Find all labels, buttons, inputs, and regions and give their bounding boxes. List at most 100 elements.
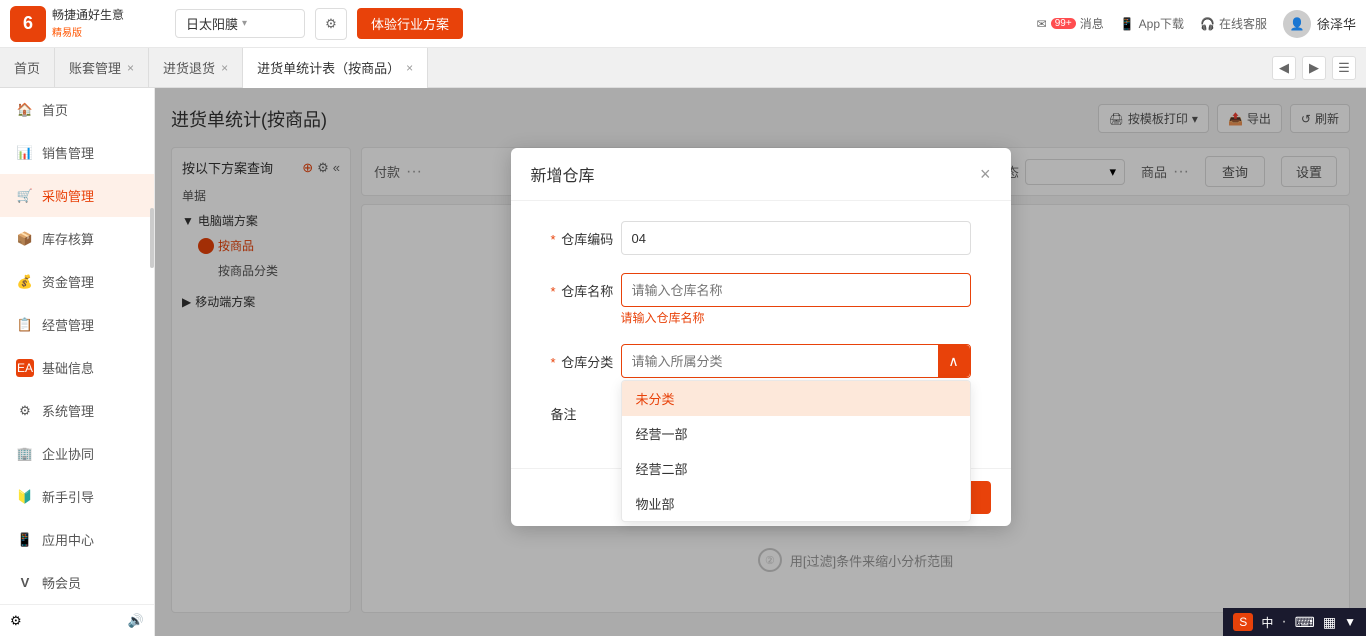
tab-return-close[interactable]: × [221, 61, 228, 75]
tab-home[interactable]: 首页 [0, 48, 55, 88]
sidebar-item-sales[interactable]: 📊 销售管理 [0, 131, 154, 174]
system-icon: ⚙ [16, 402, 34, 420]
message-button[interactable]: ✉ 99+ 消息 [1037, 15, 1104, 32]
store-name: 日太阳膜 [186, 14, 238, 33]
user-area[interactable]: 👤 徐泽华 [1283, 10, 1356, 38]
sidebar-sound-icon[interactable]: 🔊 [128, 613, 144, 629]
tab-controls: ◀ ▶ ☰ [1272, 56, 1366, 80]
message-label: 消息 [1080, 15, 1104, 32]
sidebar-item-enterprise[interactable]: 🏢 企业协同 [0, 432, 154, 475]
category-toggle-button[interactable]: ∧ [938, 345, 970, 377]
code-label: * 仓库编码 [551, 221, 621, 248]
sidebar-item-basic[interactable]: EA 基础信息 [0, 346, 154, 389]
sidebar-home-label: 首页 [42, 100, 68, 119]
operation-icon: 📋 [16, 316, 34, 334]
category-label: * 仓库分类 [551, 344, 621, 371]
store-selector[interactable]: 日太阳膜 ▾ [175, 9, 305, 38]
sidebar-item-system[interactable]: ⚙ 系统管理 [0, 389, 154, 432]
sidebar-item-purchase[interactable]: 🛒 采购管理 [0, 174, 154, 217]
note-label: 备注 [551, 396, 621, 423]
tab-purchase-stats[interactable]: 进货单统计表（按商品） × [243, 48, 428, 88]
dropdown-item-dept2[interactable]: 经营二部 [622, 451, 970, 486]
sidebar-sales-label: 销售管理 [42, 143, 94, 162]
sidebar-item-home[interactable]: 🏠 首页 [0, 88, 154, 131]
name-required-star: * [551, 284, 556, 299]
top-navbar: 6 畅捷通好生意 精易版 日太阳膜 ▾ ⚙ 体验行业方案 ✉ 99+ 消息 📱 … [0, 0, 1366, 48]
logo-icon: 6 [10, 6, 46, 42]
logo-name: 畅捷通好生意 [52, 8, 124, 24]
warehouse-code-row: * 仓库编码 [551, 221, 971, 255]
home-icon: 🏠 [16, 101, 34, 119]
note-label-text: 备注 [551, 407, 577, 422]
sidebar-item-operation[interactable]: 📋 经营管理 [0, 303, 154, 346]
keyboard-icon: ⌨ [1295, 614, 1315, 631]
gear-icon: ⚙ [325, 16, 337, 32]
online-service-button[interactable]: 🎧 在线客服 [1200, 15, 1267, 32]
dropdown-item-dept3[interactable]: 物业部 [622, 486, 970, 521]
name-label: * 仓库名称 [551, 273, 621, 300]
sidebar-inventory-label: 库存核算 [42, 229, 94, 248]
sidebar-item-inventory[interactable]: 📦 库存核算 [0, 217, 154, 260]
tab-return-label: 进货退货 [163, 58, 215, 77]
sidebar-item-finance[interactable]: 💰 资金管理 [0, 260, 154, 303]
sidebar-bottom: ⚙ 🔊 [0, 604, 154, 636]
basic-icon: EA [16, 359, 34, 377]
sidebar-settings-icon[interactable]: ⚙ [10, 613, 22, 629]
dialog-overlay: 新增仓库 × * 仓库编码 [155, 88, 1366, 636]
tab-home-label: 首页 [14, 58, 40, 77]
store-dropdown-arrow: ▾ [242, 18, 247, 29]
sidebar-item-guide[interactable]: 🔰 新手引导 [0, 475, 154, 518]
bottom-statusbar: S 中 · ⌨ ▦ ▼ [1223, 608, 1366, 636]
message-icon: ✉ [1037, 17, 1047, 31]
add-warehouse-dialog: 新增仓库 × * 仓库编码 [511, 148, 1011, 526]
enterprise-icon: 🏢 [16, 445, 34, 463]
purchase-icon: 🛒 [16, 187, 34, 205]
category-input-wrap: ∧ 未分类 经营一部 经营二部 物业部 [621, 344, 971, 378]
warehouse-code-input[interactable] [621, 221, 971, 255]
tab-prev-button[interactable]: ◀ [1272, 56, 1296, 80]
sidebar: 🏠 首页 📊 销售管理 🛒 采购管理 📦 库存核算 💰 资金管理 📋 经营管理 … [0, 88, 155, 636]
settings-button[interactable]: ⚙ [315, 8, 347, 40]
content-area: 进货单统计(按商品) 🖨 按模板打印 ▾ 📤 导出 ↺ 刷新 [155, 88, 1366, 636]
user-name: 徐泽华 [1317, 14, 1356, 33]
sidebar-scrollbar [150, 208, 154, 268]
member-icon: V [16, 574, 34, 592]
category-dropdown: 未分类 经营一部 经营二部 物业部 [621, 380, 971, 522]
category-label-text: 仓库分类 [561, 355, 613, 370]
finance-icon: 💰 [16, 273, 34, 291]
warehouse-name-input[interactable] [621, 273, 971, 307]
tab-menu-button[interactable]: ☰ [1332, 56, 1356, 80]
tab-account-close[interactable]: × [127, 61, 134, 75]
tab-account-label: 账套管理 [69, 58, 121, 77]
sidebar-appcenter-label: 应用中心 [42, 530, 94, 549]
sidebar-system-label: 系统管理 [42, 401, 94, 420]
warehouse-name-row: * 仓库名称 请输入仓库名称 [551, 273, 971, 326]
app-download-button[interactable]: 📱 App下载 [1120, 15, 1184, 32]
sales-icon: 📊 [16, 144, 34, 162]
logo-area: 6 畅捷通好生意 精易版 [10, 6, 165, 42]
dropdown-item-unclassified[interactable]: 未分类 [622, 381, 970, 416]
trial-button[interactable]: 体验行业方案 [357, 8, 463, 39]
category-required-star: * [551, 355, 556, 370]
dialog-close-button[interactable]: × [980, 164, 991, 185]
dot-indicator: · [1281, 613, 1286, 631]
code-input-wrap [621, 221, 971, 255]
service-label: 在线客服 [1219, 15, 1267, 32]
sidebar-item-member[interactable]: V 畅会员 [0, 561, 154, 604]
tab-account[interactable]: 账套管理 × [55, 48, 149, 88]
guide-icon: 🔰 [16, 488, 34, 506]
nav-icons: ✉ 99+ 消息 📱 App下载 🎧 在线客服 👤 徐泽华 [1037, 10, 1356, 38]
warehouse-category-input[interactable] [622, 345, 938, 377]
sidebar-member-label: 畅会员 [42, 573, 81, 592]
tab-bar: 首页 账套管理 × 进货退货 × 进货单统计表（按商品） × ◀ ▶ ☰ [0, 48, 1366, 88]
headset-icon: 🎧 [1200, 17, 1215, 31]
grid-icon: ▦ [1323, 614, 1336, 631]
appcenter-icon: 📱 [16, 531, 34, 549]
tab-stats-close[interactable]: × [406, 61, 413, 75]
app-label: App下载 [1139, 15, 1184, 32]
tab-purchase-return[interactable]: 进货退货 × [149, 48, 243, 88]
tab-next-button[interactable]: ▶ [1302, 56, 1326, 80]
dropdown-item-dept1[interactable]: 经营一部 [622, 416, 970, 451]
sidebar-item-appcenter[interactable]: 📱 应用中心 [0, 518, 154, 561]
dialog-header: 新增仓库 × [511, 148, 1011, 201]
